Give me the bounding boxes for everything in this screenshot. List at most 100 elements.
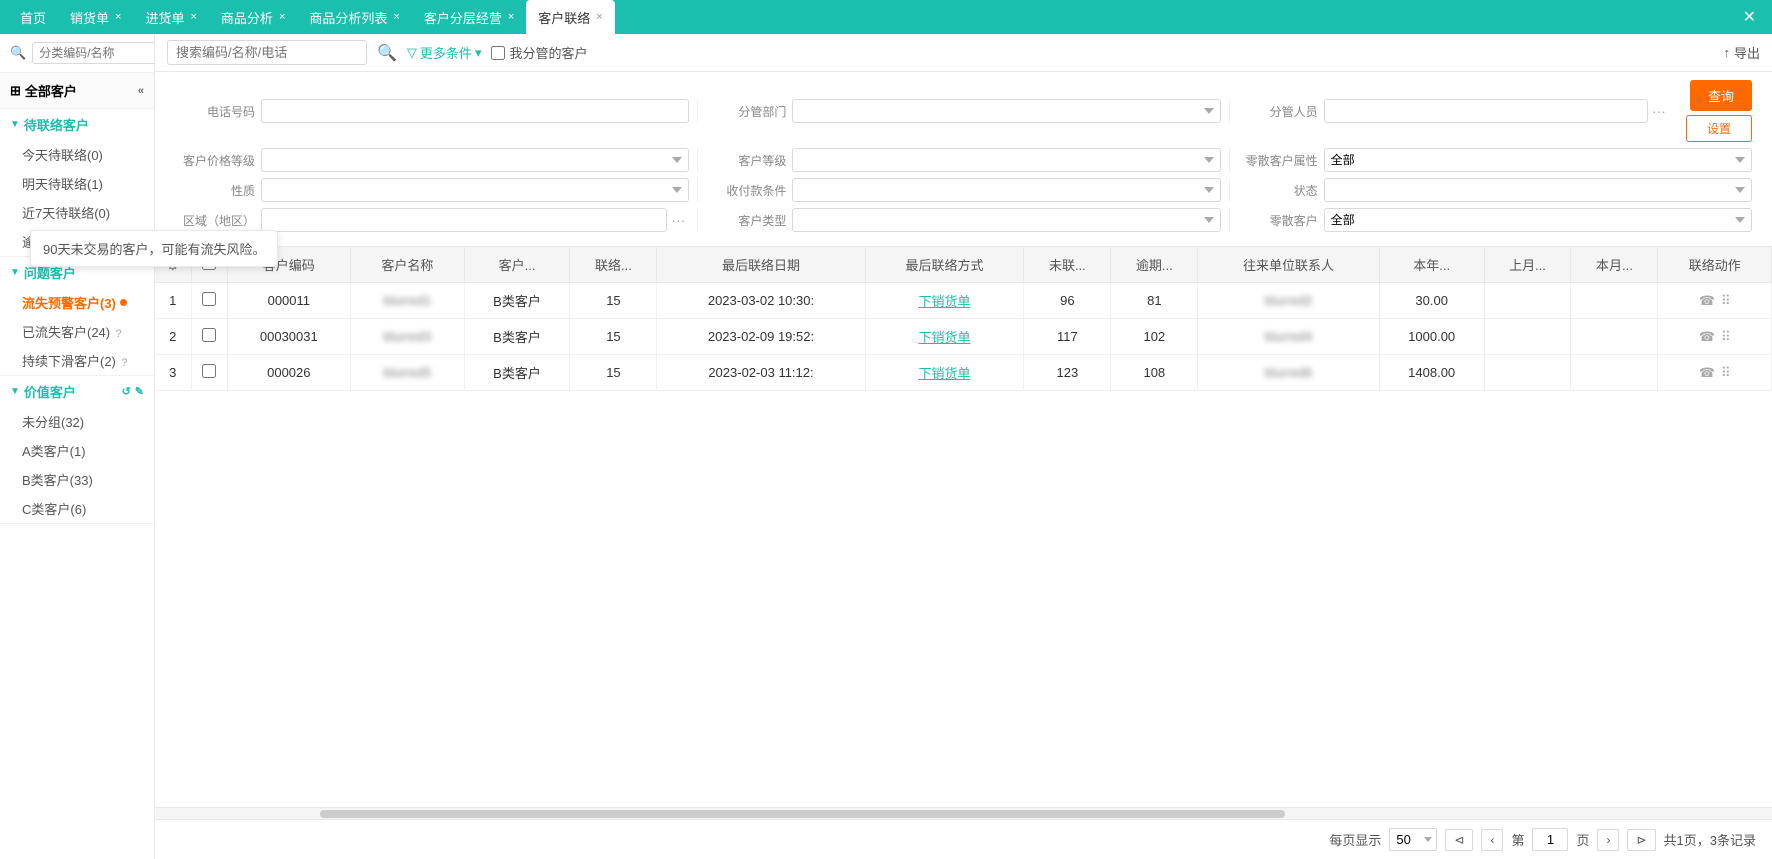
- first-page-button[interactable]: ⊲: [1445, 829, 1473, 851]
- scroll-thumb[interactable]: [320, 810, 1285, 818]
- sidebar-all-customers[interactable]: ⊞ 全部客户 «: [0, 73, 154, 109]
- filter-select-customer-type[interactable]: [792, 208, 1220, 232]
- filter-label-customer-grade: 客户等级: [706, 152, 786, 169]
- cell-last-method-1[interactable]: 下销货单: [865, 319, 1024, 355]
- tab-customer-segment[interactable]: 客户分层经营 ×: [412, 0, 526, 34]
- sidebar-item-churned[interactable]: 已流失客户(24) ?: [0, 317, 154, 346]
- filter-cell-nature: 性质: [167, 178, 698, 202]
- filter-input-region[interactable]: [261, 208, 667, 232]
- per-page-label: 每页显示: [1329, 830, 1381, 849]
- sidebar-section-header-value[interactable]: ▼ 价值客户 ↺ ✎: [0, 376, 154, 407]
- row-checkbox-2[interactable]: [202, 364, 216, 378]
- filter-row-3: 性质 收付款条件 状态: [167, 178, 1760, 202]
- tab-home[interactable]: 首页: [8, 0, 58, 34]
- filter-select-retail[interactable]: 全部: [1324, 208, 1752, 232]
- th-this-month[interactable]: 本月...: [1571, 247, 1658, 283]
- th-last-contact-method[interactable]: 最后联络方式: [865, 247, 1024, 283]
- filter-select-payment[interactable]: [792, 178, 1220, 202]
- cell-this-year-0: 30.00: [1379, 283, 1484, 319]
- tab-close-product-analysis[interactable]: ×: [279, 11, 285, 23]
- filter-select-retail-attr[interactable]: 全部: [1324, 148, 1752, 172]
- cell-action-1[interactable]: ☎ ⠿: [1658, 319, 1772, 355]
- tab-close-customer-segment[interactable]: ×: [508, 11, 514, 23]
- refresh-icon[interactable]: ↺: [122, 385, 131, 398]
- cell-check-2[interactable]: [191, 355, 227, 391]
- filter-select-dept[interactable]: [792, 99, 1220, 123]
- sidebar-item-churn-warning[interactable]: 流失预警客户(3): [0, 288, 154, 317]
- settings-button[interactable]: 设置: [1686, 115, 1752, 142]
- tab-product-analysis[interactable]: 商品分析 ×: [209, 0, 297, 34]
- cell-name-2: blurred5: [351, 355, 464, 391]
- prev-page-button[interactable]: ‹: [1481, 829, 1503, 851]
- th-contact-person[interactable]: 往来单位联系人: [1198, 247, 1380, 283]
- cell-action-0[interactable]: ☎ ⠿: [1658, 283, 1772, 319]
- sidebar-item-today[interactable]: 今天待联络(0): [0, 140, 154, 169]
- filter-select-nature[interactable]: [261, 178, 689, 202]
- cell-last-method-2[interactable]: 下销货单: [865, 355, 1024, 391]
- more-conditions-toggle[interactable]: ▽ 更多条件 ▾: [407, 43, 482, 62]
- filter-input-staff[interactable]: [1324, 99, 1648, 123]
- window-close-button[interactable]: ✕: [1735, 7, 1764, 27]
- cell-check-0[interactable]: [191, 283, 227, 319]
- current-page-input[interactable]: [1532, 828, 1568, 851]
- export-button[interactable]: ↑ 导出: [1723, 43, 1760, 62]
- th-overdue[interactable]: 逾期...: [1111, 247, 1198, 283]
- filter-dots-region[interactable]: ···: [667, 212, 689, 228]
- sidebar-search-input[interactable]: [32, 42, 155, 64]
- sidebar-item-tomorrow[interactable]: 明天待联络(1): [0, 169, 154, 198]
- phone-icon-1[interactable]: ☎: [1699, 329, 1715, 345]
- sidebar-item-declining[interactable]: 持续下滑客户(2) ?: [0, 346, 154, 375]
- filter-dots-staff[interactable]: ···: [1648, 103, 1670, 119]
- th-last-month[interactable]: 上月...: [1484, 247, 1571, 283]
- my-customers-check[interactable]: [491, 46, 505, 60]
- th-customer-name[interactable]: 客户名称: [351, 247, 464, 283]
- edit-icon[interactable]: ✎: [135, 385, 144, 398]
- tab-product-analysis-list[interactable]: 商品分析列表 ×: [297, 0, 411, 34]
- row-checkbox-0[interactable]: [202, 292, 216, 306]
- sidebar-item-7days[interactable]: 近7天待联络(0): [0, 198, 154, 227]
- more-action-icon-2[interactable]: ⠿: [1721, 365, 1731, 381]
- filter-input-phone[interactable]: [261, 99, 689, 123]
- tab-purchase-order[interactable]: 进货单 ×: [133, 0, 208, 34]
- th-uncontacted[interactable]: 未联...: [1024, 247, 1111, 283]
- cell-this-month-2: [1571, 355, 1658, 391]
- next-page-button[interactable]: ›: [1597, 829, 1619, 851]
- tab-customer-contact[interactable]: 客户联络 ×: [526, 0, 614, 34]
- sidebar-item-b-class[interactable]: B类客户(33): [0, 465, 154, 494]
- cell-last-method-0[interactable]: 下销货单: [865, 283, 1024, 319]
- row-checkbox-1[interactable]: [202, 328, 216, 342]
- sidebar-item-c-class[interactable]: C类客户(6): [0, 494, 154, 523]
- sidebar-item-a-class[interactable]: A类客户(1): [0, 436, 154, 465]
- cell-person-1: blurred4: [1198, 319, 1380, 355]
- more-action-icon-0[interactable]: ⠿: [1721, 293, 1731, 309]
- tab-close-product-analysis-list[interactable]: ×: [393, 11, 399, 23]
- cell-action-2[interactable]: ☎ ⠿: [1658, 355, 1772, 391]
- query-group: 查询 设置: [1682, 80, 1752, 142]
- th-this-year[interactable]: 本年...: [1379, 247, 1484, 283]
- phone-icon-0[interactable]: ☎: [1699, 293, 1715, 309]
- tab-sales-order[interactable]: 销货单 ×: [58, 0, 133, 34]
- th-last-contact-date[interactable]: 最后联络日期: [657, 247, 865, 283]
- sidebar-item-ungroup[interactable]: 未分组(32): [0, 407, 154, 436]
- table-area: ⚙ 客户编码 客户名称 客户... 联络... 最后联络日期 最后联络方式 未联…: [155, 247, 1772, 807]
- filter-select-price-grade[interactable]: [261, 148, 689, 172]
- tab-close-sales-order[interactable]: ×: [115, 11, 121, 23]
- horizontal-scrollbar[interactable]: [155, 807, 1772, 819]
- more-action-icon-1[interactable]: ⠿: [1721, 329, 1731, 345]
- last-page-button[interactable]: ⊳: [1627, 829, 1655, 851]
- filter-select-customer-grade[interactable]: [792, 148, 1220, 172]
- filter-row-1: 电话号码 分管部门 分管人员 ··· 查询 设置: [167, 80, 1760, 142]
- th-contact-count[interactable]: 联络...: [570, 247, 657, 283]
- filter-select-status[interactable]: [1324, 178, 1752, 202]
- tab-close-purchase-order[interactable]: ×: [190, 11, 196, 23]
- search-input[interactable]: [167, 40, 367, 65]
- tab-close-customer-contact[interactable]: ×: [596, 11, 602, 23]
- query-button[interactable]: 查询: [1690, 80, 1752, 111]
- phone-icon-2[interactable]: ☎: [1699, 365, 1715, 381]
- page-size-select[interactable]: 50 100 200: [1389, 828, 1437, 851]
- my-customers-checkbox[interactable]: 我分管的客户: [491, 43, 587, 62]
- search-button[interactable]: 🔍: [377, 43, 397, 63]
- th-customer-type[interactable]: 客户...: [464, 247, 570, 283]
- sidebar-section-header-pending[interactable]: ▼ 待联络客户: [0, 109, 154, 140]
- cell-check-1[interactable]: [191, 319, 227, 355]
